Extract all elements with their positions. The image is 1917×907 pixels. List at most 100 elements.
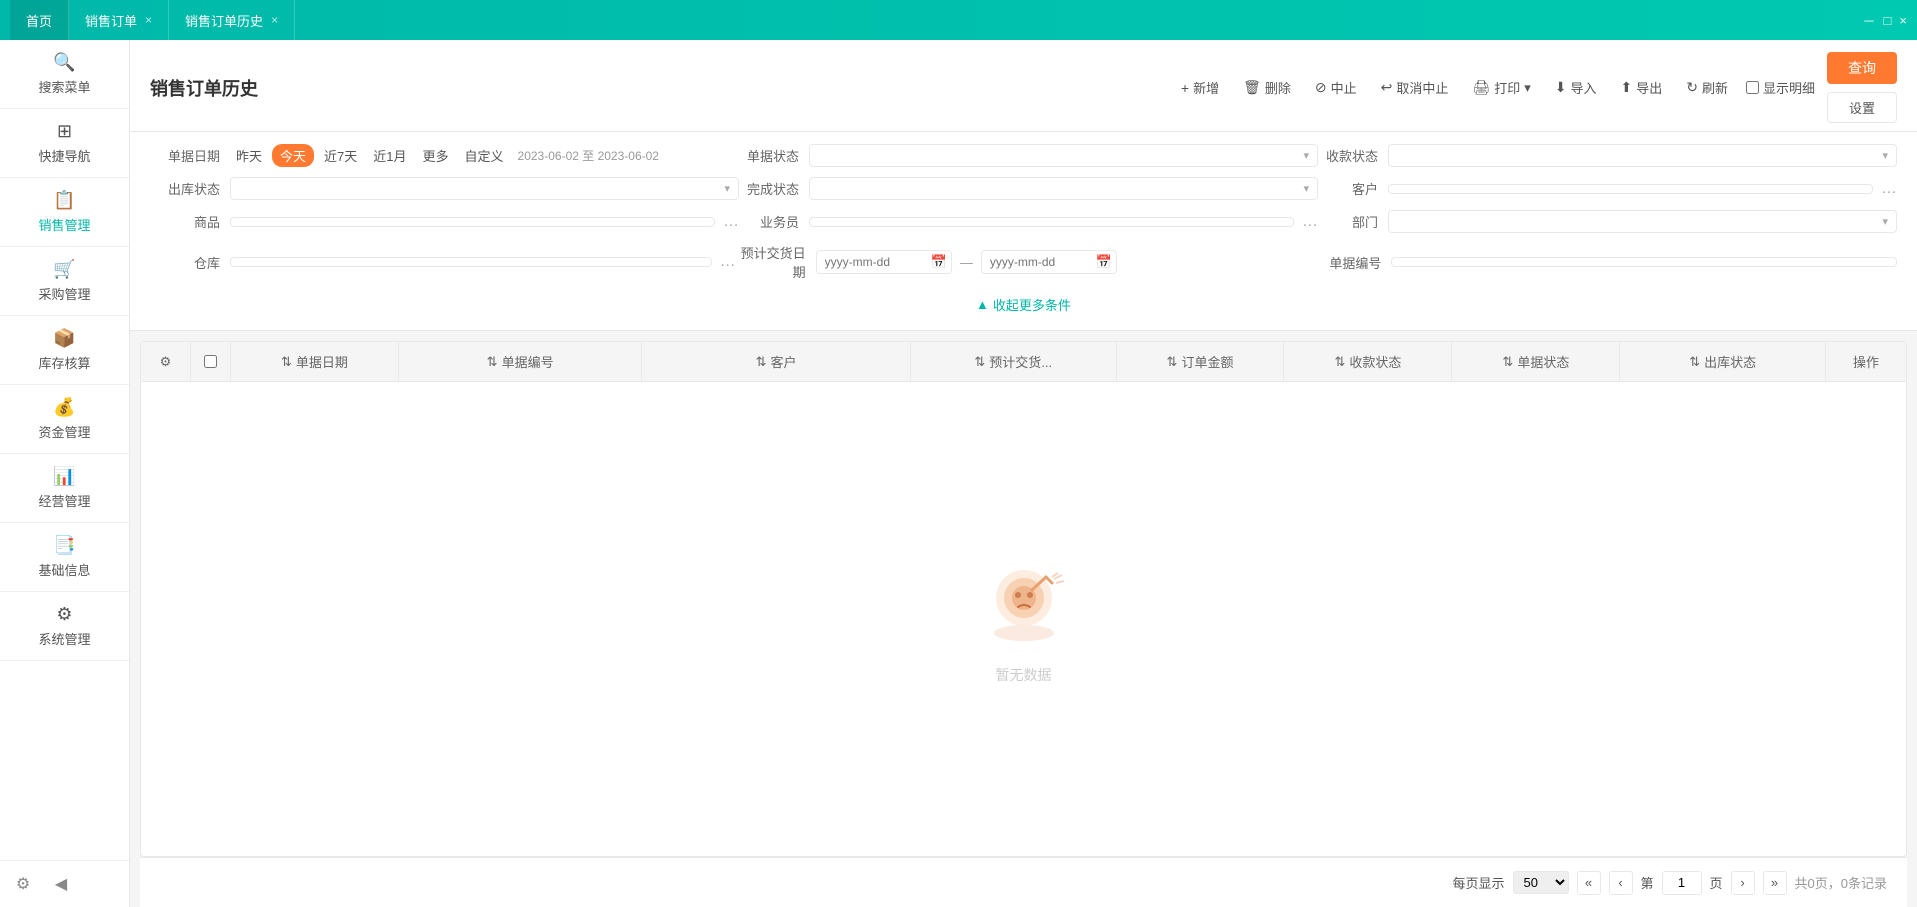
print-button[interactable]: 🖨 打印 ▾	[1466, 74, 1536, 101]
th-date[interactable]: ⇅ 单据日期	[231, 342, 399, 381]
bill-status-select[interactable]: ▾	[809, 144, 1318, 167]
out-status-col: ▾	[230, 177, 739, 200]
th-bill-status[interactable]: ⇅ 单据状态	[1452, 342, 1620, 381]
table-settings-btn[interactable]: ⚙	[141, 342, 191, 381]
sidebar-item-inventory-mgmt[interactable]: 📦 库存核算	[0, 316, 129, 385]
last-page-btn[interactable]: »	[1763, 871, 1787, 895]
cancel-stop-button[interactable]: ↩ 取消中止	[1375, 74, 1455, 101]
last1m-btn[interactable]: 近1月	[367, 144, 412, 167]
sidebar-item-quick-nav[interactable]: ⊞ 快捷导航	[0, 109, 129, 178]
tab-sales-order-history[interactable]: 销售订单历史 ×	[169, 0, 295, 40]
calendar-from-icon[interactable]: 📅	[927, 254, 951, 270]
prev-page-btn[interactable]: ‹	[1609, 871, 1633, 895]
refresh-icon: ↻	[1686, 79, 1698, 96]
customer-input[interactable]	[1388, 184, 1873, 194]
import-button[interactable]: ⬇ 导入	[1549, 74, 1603, 101]
sales-mgmt-icon: 📋	[53, 190, 75, 211]
th-out-status[interactable]: ⇅ 出库状态	[1620, 342, 1826, 381]
stop-button[interactable]: ⊘ 中止	[1309, 74, 1363, 101]
today-btn[interactable]: 今天	[272, 144, 314, 167]
warehouse-input[interactable]	[230, 257, 712, 267]
tab-home-label: 首页	[26, 11, 52, 30]
payment-status-select[interactable]: ▾	[1388, 144, 1897, 167]
th-customer[interactable]: ⇅ 客户	[642, 342, 911, 381]
sidebar-item-basic-info[interactable]: 📑 基础信息	[0, 523, 129, 592]
table-check-all[interactable]	[191, 342, 231, 381]
purchase-mgmt-icon: 🛒	[53, 259, 75, 280]
sidebar-item-business-mgmt[interactable]: 📊 经营管理	[0, 454, 129, 523]
add-button[interactable]: + 新增	[1175, 74, 1225, 101]
tab-sales-order-close[interactable]: ×	[145, 13, 152, 27]
bill-no-input[interactable]	[1391, 257, 1897, 267]
th-action: 操作	[1826, 342, 1906, 381]
query-button[interactable]: 查询	[1827, 52, 1897, 84]
minimize-btn[interactable]: －	[1863, 11, 1876, 30]
sidebar-settings-btn[interactable]: ⚙	[8, 869, 38, 899]
sidebar-item-finance-mgmt[interactable]: 💰 资金管理	[0, 385, 129, 454]
dept-select[interactable]: ▾	[1388, 210, 1897, 233]
last7-btn[interactable]: 近7天	[318, 144, 363, 167]
maximize-btn[interactable]: □	[1884, 13, 1892, 28]
delete-button[interactable]: 🗑 删除	[1237, 74, 1297, 101]
sidebar-collapse-btn[interactable]: ◀	[46, 869, 76, 899]
delivery-date-from-field[interactable]	[817, 251, 927, 273]
delivery-date-from-input[interactable]: 📅	[816, 250, 952, 274]
complete-status-select[interactable]: ▾	[809, 177, 1318, 200]
sidebar-quick-nav-label: 快捷导航	[38, 146, 90, 165]
delivery-date-to-input[interactable]: 📅	[981, 250, 1117, 274]
th-no-sort-icon: ⇅	[487, 354, 498, 370]
sidebar-bottom: ⚙ ◀	[0, 860, 129, 907]
window-controls: － □ ×	[1863, 11, 1907, 30]
settings-button[interactable]: 设置	[1827, 92, 1897, 123]
more-btn[interactable]: 更多	[417, 144, 455, 167]
goods-input[interactable]	[230, 217, 715, 227]
yesterday-btn[interactable]: 昨天	[230, 144, 268, 167]
customer-more-btn[interactable]: …	[1881, 180, 1897, 198]
sidebar-item-search[interactable]: 🔍 搜索菜单	[0, 40, 129, 109]
print-icon: 🖨	[1472, 79, 1490, 96]
out-status-select[interactable]: ▾	[230, 177, 739, 200]
customer-label: 客户	[1318, 179, 1388, 198]
close-btn[interactable]: ×	[1899, 13, 1907, 28]
delivery-date-to-field[interactable]	[982, 251, 1092, 273]
complete-status-arrow-icon: ▾	[1303, 182, 1309, 195]
custom-btn[interactable]: 自定义	[459, 144, 510, 167]
tab-sales-order-history-close[interactable]: ×	[271, 13, 278, 27]
th-no[interactable]: ⇅ 单据编号	[399, 342, 642, 381]
th-amount[interactable]: ⇅ 订单金额	[1117, 342, 1285, 381]
warehouse-more-btn[interactable]: …	[720, 253, 736, 271]
main-layout: 🔍 搜索菜单 ⊞ 快捷导航 📋 销售管理 🛒 采购管理 📦 库存核算 💰 资金管…	[0, 40, 1917, 907]
sidebar-item-system-mgmt[interactable]: ⚙ 系统管理	[0, 592, 129, 661]
sidebar-item-purchase-mgmt[interactable]: 🛒 采购管理	[0, 247, 129, 316]
display-toggle: 显示明细	[1746, 78, 1815, 97]
tab-home[interactable]: 首页	[10, 0, 69, 40]
bill-no-col	[1391, 257, 1897, 267]
stop-icon: ⊘	[1315, 79, 1327, 96]
collapse-more-btn[interactable]: ▲ 收起更多条件	[150, 291, 1897, 318]
display-toggle-checkbox[interactable]	[1746, 81, 1759, 94]
warehouse-col: …	[230, 253, 736, 271]
export-button[interactable]: ⬆ 导出	[1614, 74, 1668, 101]
filter-row-1: 单据日期 昨天 今天 近7天 近1月 更多 自定义 2023-06-02 至 2…	[150, 144, 1897, 167]
calendar-to-icon[interactable]: 📅	[1092, 254, 1116, 270]
salesperson-col: …	[809, 213, 1318, 231]
goods-more-btn[interactable]: …	[723, 213, 739, 231]
salesperson-input[interactable]	[809, 217, 1294, 227]
payment-status-col: ▾	[1388, 144, 1897, 167]
next-page-btn[interactable]: ›	[1731, 871, 1755, 895]
refresh-button[interactable]: ↻ 刷新	[1680, 74, 1734, 101]
first-page-btn[interactable]: «	[1577, 871, 1601, 895]
th-delivery[interactable]: ⇅ 预计交货...	[911, 342, 1117, 381]
th-payment-status[interactable]: ⇅ 收款状态	[1284, 342, 1452, 381]
page-size-select[interactable]: 50 10 20 100	[1513, 871, 1569, 894]
page-number-input[interactable]	[1662, 871, 1702, 895]
salesperson-more-btn[interactable]: …	[1302, 213, 1318, 231]
tab-sales-order[interactable]: 销售订单 ×	[69, 0, 169, 40]
import-icon: ⬇	[1555, 79, 1567, 96]
page-header: 销售订单历史 + 新增 🗑 删除 ⊘ 中止 ↩ 取消中止	[130, 40, 1917, 132]
sidebar-item-sales-mgmt[interactable]: 📋 销售管理	[0, 178, 129, 247]
check-all-checkbox[interactable]	[204, 355, 217, 368]
filter-row-2: 出库状态 ▾ 完成状态 ▾ 客户	[150, 177, 1897, 200]
th-amount-label: 订单金额	[1181, 352, 1233, 371]
th-out-sort-icon: ⇅	[1689, 354, 1700, 370]
